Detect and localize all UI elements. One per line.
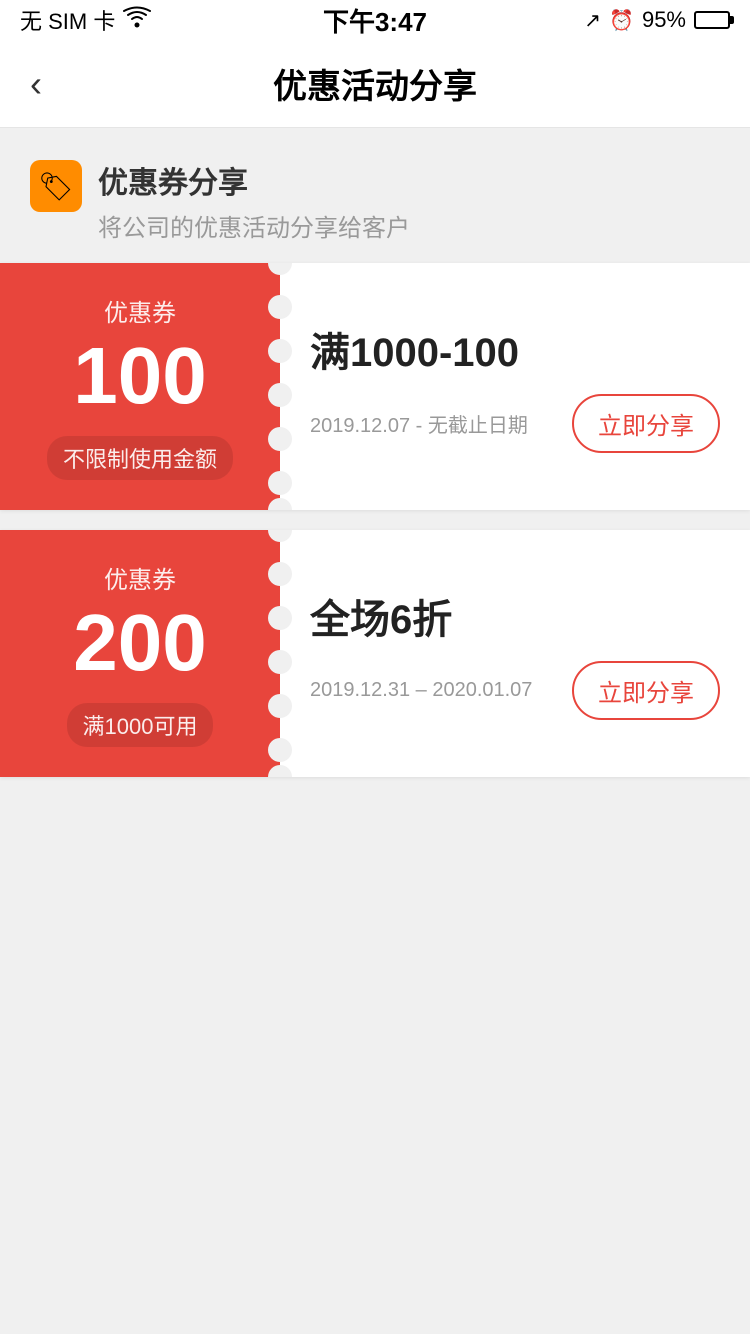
coupon-title-2: 全场6折 <box>310 587 720 645</box>
alarm-icon: ⏰ <box>609 8 634 33</box>
section-subtitle: 将公司的优惠活动分享给客户 <box>98 208 410 243</box>
wifi-icon <box>123 6 151 34</box>
nav-bar: ‹ 优惠活动分享 <box>0 40 750 128</box>
coupon-label-1: 优惠券 <box>104 293 176 328</box>
page-title: 优惠活动分享 <box>273 59 477 108</box>
coupon-icon: 🏷 <box>38 170 74 203</box>
coupon-condition-2: 满1000可用 <box>67 703 214 747</box>
location-icon: ↗ <box>584 8 601 33</box>
coupon-amount-2: 200 <box>73 603 206 683</box>
status-time: 下午3:47 <box>323 2 427 39</box>
coupon-share-btn-2[interactable]: 立即分享 <box>572 661 720 720</box>
coupon-label-2: 优惠券 <box>104 560 176 595</box>
coupon-condition-1: 不限制使用金额 <box>47 436 233 480</box>
coupon-edge-2 <box>268 530 292 777</box>
coupon-meta-1: 2019.12.07 - 无截止日期 立即分享 <box>310 394 720 453</box>
status-right: ↗ ⏰ 95% <box>584 7 730 33</box>
coupon-title-1: 满1000-100 <box>310 320 720 378</box>
coupon-share-btn-1[interactable]: 立即分享 <box>572 394 720 453</box>
coupon-date-1: 2019.12.07 - 无截止日期 <box>310 409 562 438</box>
coupon-list: 优惠券 100 不限制使用金额 满1000-100 2019.12.07 - 无… <box>0 263 750 827</box>
coupon-right-2: 全场6折 2019.12.31 – 2020.01.07 立即分享 <box>280 530 750 777</box>
section-header: 🏷 优惠券分享 将公司的优惠活动分享给客户 <box>0 128 750 263</box>
section-text: 优惠券分享 将公司的优惠活动分享给客户 <box>98 158 410 243</box>
coupon-card-1: 优惠券 100 不限制使用金额 满1000-100 2019.12.07 - 无… <box>0 263 750 510</box>
status-left: 无 SIM 卡 <box>20 4 151 36</box>
carrier-text: 无 SIM 卡 <box>20 4 115 36</box>
coupon-left-1: 优惠券 100 不限制使用金额 <box>0 263 280 510</box>
coupon-edge-1 <box>268 263 292 510</box>
back-button[interactable]: ‹ <box>30 63 42 105</box>
status-bar: 无 SIM 卡 下午3:47 ↗ ⏰ 95% <box>0 0 750 40</box>
battery-icon <box>694 11 730 29</box>
coupon-right-1: 满1000-100 2019.12.07 - 无截止日期 立即分享 <box>280 263 750 510</box>
coupon-amount-1: 100 <box>73 336 206 416</box>
coupon-left-2: 优惠券 200 满1000可用 <box>0 530 280 777</box>
coupon-meta-2: 2019.12.31 – 2020.01.07 立即分享 <box>310 661 720 720</box>
coupon-date-2: 2019.12.31 – 2020.01.07 <box>310 679 562 702</box>
battery-percent: 95% <box>642 7 686 33</box>
section-icon: 🏷 <box>30 160 82 212</box>
section-title: 优惠券分享 <box>98 158 410 202</box>
empty-area <box>0 827 750 1327</box>
coupon-card-2: 优惠券 200 满1000可用 全场6折 2019.12.31 – 2020.0… <box>0 530 750 777</box>
